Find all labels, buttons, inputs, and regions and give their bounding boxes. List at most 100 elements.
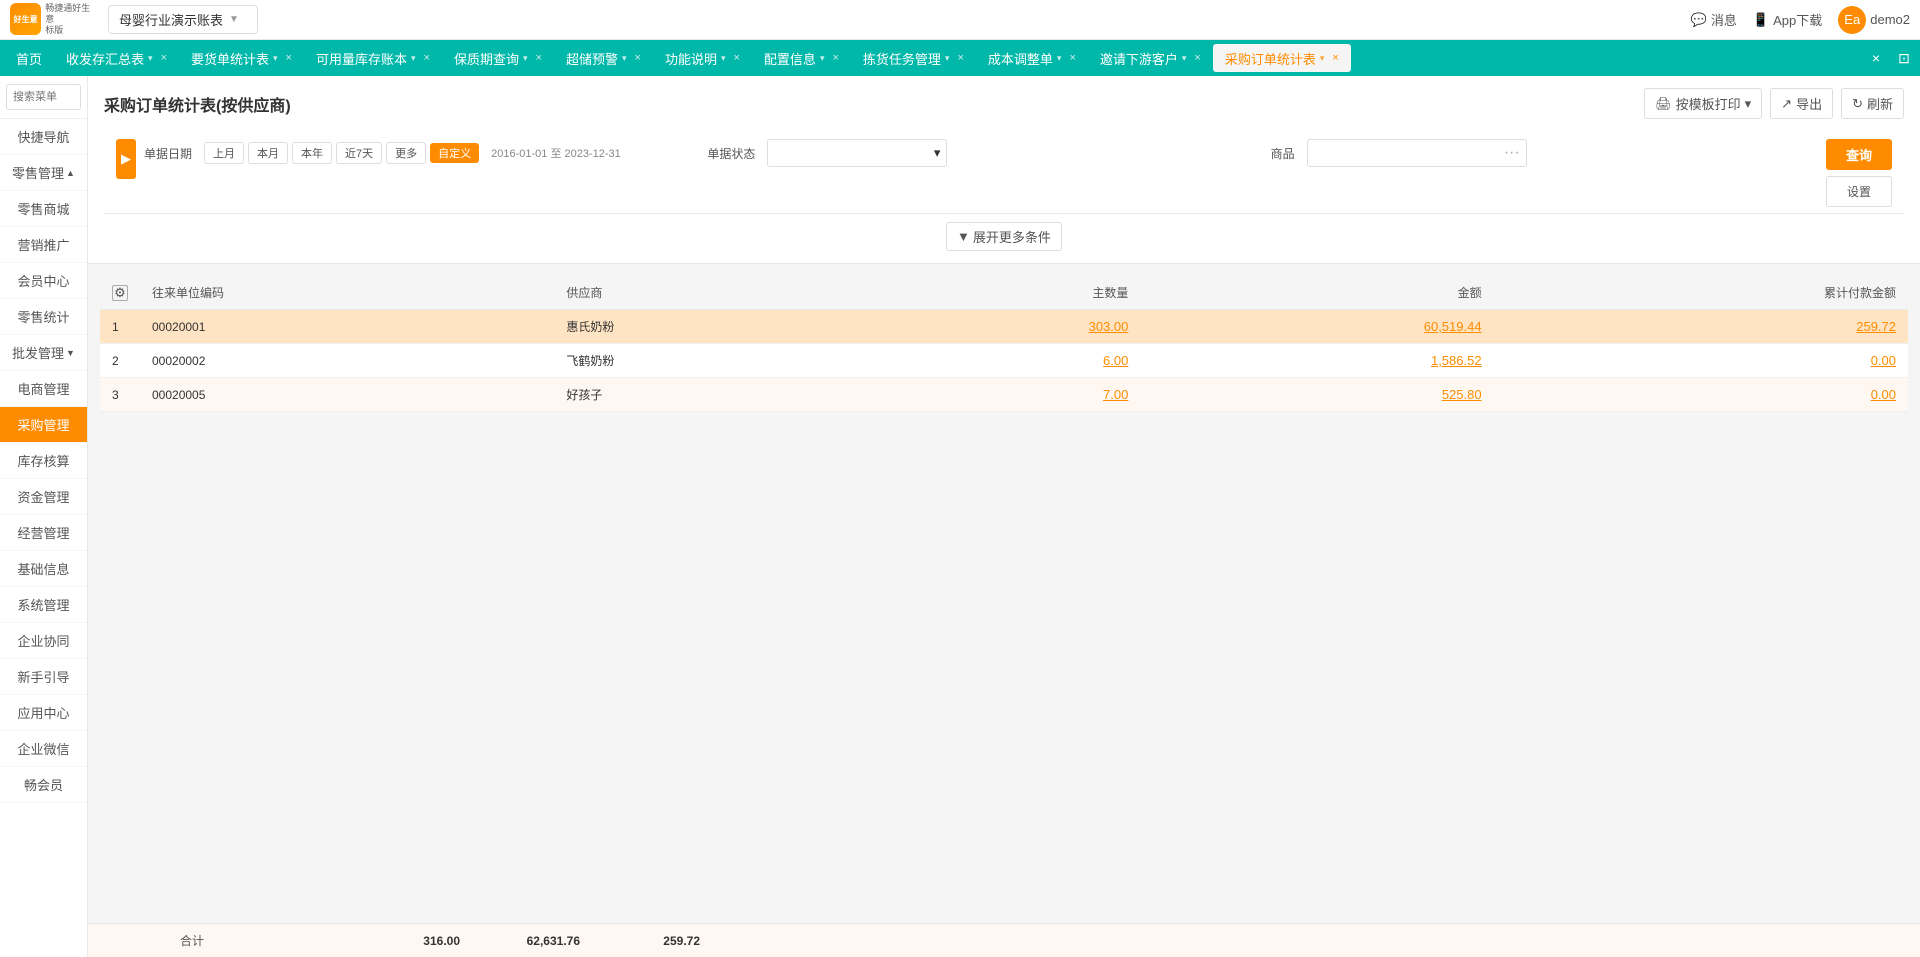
sidebar-item-basic[interactable]: 基础信息 [0,551,87,587]
sidebar-item-inventory[interactable]: 库存核算 [0,443,87,479]
cell-paid-amount: 0.00 [1494,344,1908,378]
tab-function-close[interactable]: × [733,52,739,64]
date-btn-more[interactable]: 更多 [386,142,426,164]
app-download-btn[interactable]: 📱 App下载 [1753,10,1822,29]
top-right: 💬 消息 📱 App下载 Ea demo2 [1691,6,1910,34]
tab-invite-arrow: ▾ [1182,53,1187,64]
export-icon: ↗ [1781,96,1792,112]
sidebar-item-finance-label: 资金管理 [17,490,69,505]
close-window-btn[interactable]: × [1864,46,1888,70]
sidebar-item-retail-stat[interactable]: 零售统计 [0,299,87,335]
tab-invite-close[interactable]: × [1194,52,1200,64]
settings-btn[interactable]: 设置 [1826,176,1892,207]
tab-pick-task[interactable]: 拣货任务管理 ▾ × [851,44,976,72]
tab-function-label: 功能说明 [665,49,717,68]
date-btn-this-month[interactable]: 本月 [248,142,288,164]
sidebar-item-new-guide[interactable]: 新手引导 [0,659,87,695]
toggle-icon: ▶ [121,151,131,167]
sidebar-item-member[interactable]: 会员中心 [0,263,87,299]
template-print-btn[interactable]: 🖨 按模板打印 ▾ [1644,88,1762,119]
date-btn-last-month[interactable]: 上月 [204,142,244,164]
search-input[interactable] [6,84,81,110]
sidebar-item-ops[interactable]: 经营管理 [0,515,87,551]
sidebar-item-ecommerce[interactable]: 电商管理 [0,371,87,407]
cell-supplier-name: 好孩子 [554,378,865,412]
expand-row: ▼ 展开更多条件 [104,214,1904,255]
table-row[interactable]: 1 00020001 惠氏奶粉 303.00 60,519.44 259.72 [100,310,1908,344]
sidebar-item-app-center[interactable]: 应用中心 [0,695,87,731]
tab-cost-close[interactable]: × [1069,52,1075,64]
query-btn[interactable]: 查询 [1826,139,1892,170]
sidebar-item-sys[interactable]: 系统管理 [0,587,87,623]
sidebar-item-member2[interactable]: 畅会员 [0,767,87,803]
page-actions: 🖨 按模板打印 ▾ ↗ 导出 ↻ 刷新 [1644,88,1904,119]
table-row[interactable]: 2 00020002 飞鹤奶粉 6.00 1,586.52 0.00 [100,344,1908,378]
cell-main-qty: 6.00 [865,344,1140,378]
tab-function[interactable]: 功能说明 ▾ × [653,44,752,72]
sidebar-item-quick-nav-label: 快捷导航 [17,130,69,145]
date-btn-this-year[interactable]: 本年 [292,142,332,164]
sidebar-item-ops-label: 经营管理 [17,526,69,541]
tab-available-stock[interactable]: 可用量库存账本 ▾ × [304,44,442,72]
cell-row-num: 1 [100,310,140,344]
tab-warranty-close[interactable]: × [536,52,542,64]
sidebar-item-retail-store[interactable]: 零售商城 [0,191,87,227]
tab-order-label: 要货单统计表 [191,49,269,68]
summary-label: 合计 [100,932,340,949]
cell-paid-amount: 0.00 [1494,378,1908,412]
table-row[interactable]: 3 00020005 好孩子 7.00 525.80 0.00 [100,378,1908,412]
tab-receive-summary[interactable]: 收发存汇总表 ▾ × [54,44,179,72]
tab-home[interactable]: 首页 [4,44,54,72]
sidebar-item-wholesale[interactable]: 批发管理 ▼ [0,335,87,371]
tab-receive-arrow: ▾ [148,53,153,64]
expand-more-btn[interactable]: ▼ 展开更多条件 [946,222,1062,251]
sidebar-item-purchase[interactable]: 采购管理 [0,407,87,443]
top-bar: 好生意 畅捷通好生意 标版 母婴行业演示账表 ▼ 💬 消息 📱 App下载 Ea… [0,0,1920,40]
tab-cost-adjust[interactable]: 成本调整单 ▾ × [976,44,1088,72]
sidebar-item-quick-nav[interactable]: 快捷导航 [0,119,87,155]
tab-order-close[interactable]: × [286,52,292,64]
message-label: 消息 [1711,10,1737,29]
tab-pick-label: 拣货任务管理 [863,49,941,68]
message-btn[interactable]: 💬 消息 [1691,10,1737,29]
col-main-qty: 主数量 [865,276,1140,310]
tab-order-summary[interactable]: 要货单统计表 ▾ × [179,44,304,72]
date-btn-7days[interactable]: 近7天 [336,142,382,164]
tab-config[interactable]: 配置信息 ▾ × [752,44,851,72]
cell-paid-amount: 259.72 [1494,310,1908,344]
tab-overstock[interactable]: 超储预警 ▾ × [554,44,653,72]
goods-select[interactable]: ··· [1307,139,1527,167]
refresh-label: 刷新 [1867,94,1893,113]
maximize-window-btn[interactable]: ⊡ [1892,46,1916,70]
column-settings-icon[interactable]: ⚙ [112,285,128,301]
date-range-display: 2016-01-01 至 2023-12-31 [491,145,621,161]
tab-available-close[interactable]: × [424,52,430,64]
col-paid-amount: 累计付款金额 [1494,276,1908,310]
tab-purchase-close[interactable]: × [1332,52,1338,64]
refresh-btn[interactable]: ↻ 刷新 [1841,88,1904,119]
tab-pick-close[interactable]: × [957,52,963,64]
col-supplier-code: 往来单位编码 [140,276,554,310]
table-header-row: ⚙ 往来单位编码 供应商 主数量 金额 累计付款金额 [100,276,1908,310]
sidebar-item-enterprise-wechat[interactable]: 企业微信 [0,731,87,767]
tab-receive-close[interactable]: × [161,52,167,64]
tab-overstock-close[interactable]: × [635,52,641,64]
tab-invite[interactable]: 邀请下游客户 ▾ × [1088,44,1213,72]
sidebar-item-enterprise-coop[interactable]: 企业协同 [0,623,87,659]
status-select[interactable]: ▾ [767,139,947,167]
tab-warranty[interactable]: 保质期查询 ▾ × [442,44,554,72]
filter-toggle-btn[interactable]: ▶ [116,139,136,179]
tab-config-close[interactable]: × [832,52,838,64]
user-info[interactable]: Ea demo2 [1838,6,1910,34]
tab-purchase-summary[interactable]: 采购订单统计表 ▾ × [1213,44,1351,72]
logo-area: 好生意 畅捷通好生意 标版 [10,3,98,35]
sidebar-item-retail-mgmt[interactable]: 零售管理 ▲ [0,155,87,191]
export-btn[interactable]: ↗ 导出 [1770,88,1833,119]
workspace-selector[interactable]: 母婴行业演示账表 ▼ [108,5,258,34]
sidebar-item-new-guide-label: 新手引导 [17,670,69,685]
page-title: 采购订单统计表(按供应商) [104,92,291,116]
sidebar-item-finance[interactable]: 资金管理 [0,479,87,515]
sidebar-item-marketing[interactable]: 营销推广 [0,227,87,263]
workspace-label: 母婴行业演示账表 [119,10,223,29]
app-logo: 好生意 [10,3,41,35]
